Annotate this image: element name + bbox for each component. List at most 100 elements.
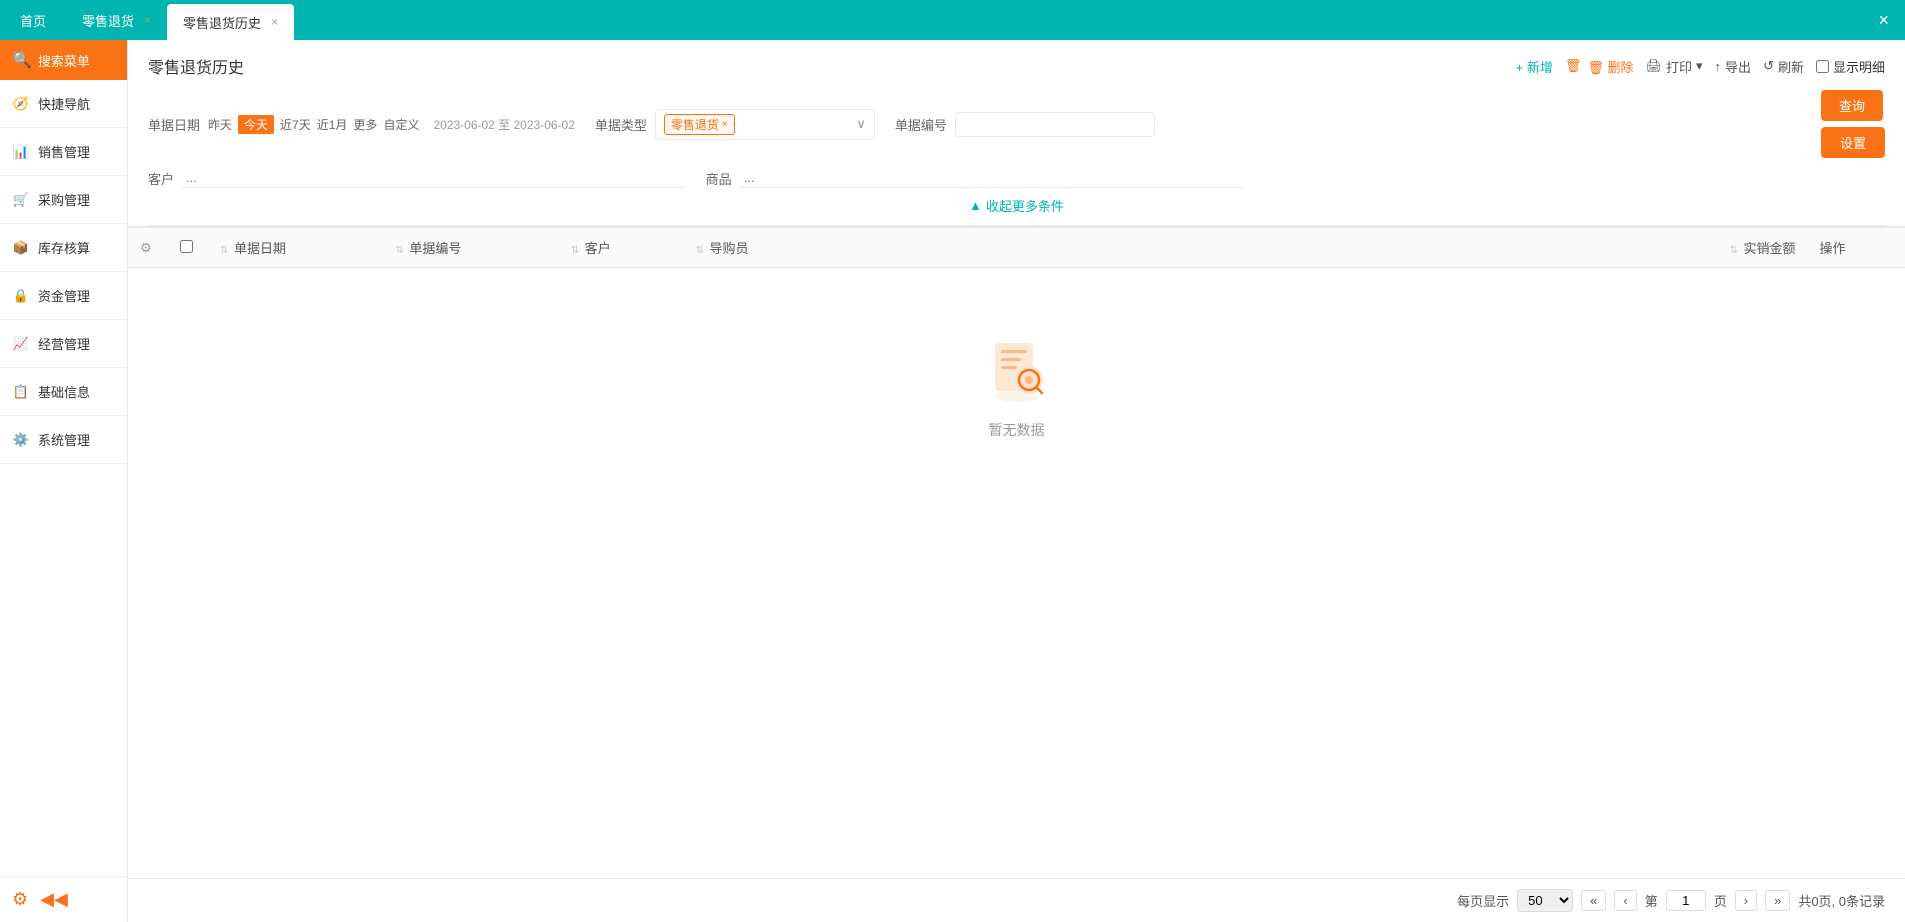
empty-state: 暂无数据 — [128, 268, 1905, 500]
system-icon: ⚙️ — [12, 431, 30, 449]
th-customer: ⇅ 客户 — [559, 228, 684, 268]
date-opt-more[interactable]: 更多 — [353, 116, 377, 133]
delete-button[interactable]: 🗑 🗑 删除 — [1565, 57, 1634, 76]
filter-number-item: 单据编号 — [895, 112, 1781, 137]
delete-icon: 🗑 — [1565, 58, 1582, 74]
sidebar-item-inventory[interactable]: 📦 库存核算 — [0, 224, 127, 272]
per-page-label: 每页显示 — [1457, 891, 1509, 910]
next-page-button[interactable]: › — [1735, 890, 1757, 911]
number-input[interactable] — [955, 112, 1155, 137]
page-title-row: 零售退货历史 + 新增 🗑 🗑 删除 🖨 打印 ▾ ↑ 导出 — [148, 54, 1885, 78]
filter-date-item: 单据日期 昨天 今天 近7天 近1月 更多 自定义 2023-06-02 至 2… — [148, 115, 575, 134]
sidebar-item-system[interactable]: ⚙️ 系统管理 — [0, 416, 127, 464]
amount-sort-icon[interactable]: ⇅ — [1729, 245, 1737, 256]
table-gear-icon[interactable]: ⚙ — [140, 240, 152, 255]
prev-page-button[interactable]: ‹ — [1614, 890, 1636, 911]
date-sort-icon[interactable]: ⇅ — [220, 245, 228, 256]
sidebar-item-system-label: 系统管理 — [38, 430, 90, 449]
customer-input[interactable] — [182, 168, 686, 188]
operations-icon: 📈 — [12, 335, 30, 353]
customer-sort-icon[interactable]: ⇅ — [571, 245, 579, 256]
bottom-gear-icon[interactable]: ⚙ — [12, 889, 28, 910]
sidebar-item-operations[interactable]: 📈 经营管理 — [0, 320, 127, 368]
sidebar-item-finance[interactable]: 🔒 资金管理 — [0, 272, 127, 320]
product-input[interactable] — [740, 168, 1244, 188]
refresh-icon: ↺ — [1763, 58, 1774, 74]
tab-home-label: 首页 — [20, 11, 46, 30]
filter-row-2: 客户 商品 — [148, 168, 1885, 188]
tab-home[interactable]: 首页 — [0, 0, 66, 40]
setting-button[interactable]: 设置 — [1821, 127, 1885, 158]
th-date-label: 单据日期 — [234, 241, 286, 256]
date-range-display: 2023-06-02 至 2023-06-02 — [433, 116, 574, 133]
print-arrow: ▾ — [1696, 58, 1703, 74]
purchase-icon: 🛒 — [12, 191, 30, 209]
th-amount: ⇅ 实销金额 — [834, 228, 1808, 268]
show-detail-checkbox[interactable]: 显示明细 — [1816, 57, 1885, 76]
filter-customer-item: 客户 — [148, 168, 686, 188]
export-label: 导出 — [1725, 57, 1751, 76]
type-tag-close[interactable]: × — [722, 119, 728, 130]
show-detail-label: 显示明细 — [1833, 57, 1885, 76]
th-guide-label: 导购员 — [709, 241, 748, 256]
filter-type-item: 单据类型 零售退货 × ∨ — [595, 109, 875, 140]
window-close-button[interactable]: × — [1862, 10, 1905, 31]
date-opt-1month[interactable]: 近1月 — [317, 116, 348, 133]
per-page-select[interactable]: 50 10 20 100 — [1517, 889, 1573, 912]
export-button[interactable]: ↑ 导出 — [1715, 57, 1752, 76]
sidebar-item-inventory-label: 库存核算 — [38, 238, 90, 257]
tab-retail-return-close[interactable]: × — [144, 13, 151, 27]
add-button[interactable]: + 新增 — [1516, 57, 1553, 76]
sidebar-search[interactable]: 🔍 搜索菜单 — [0, 40, 127, 80]
basic-info-icon: 📋 — [12, 383, 30, 401]
tab-retail-return-history[interactable]: 零售退货历史 × — [167, 4, 294, 40]
print-button[interactable]: 🖨 打印 ▾ — [1645, 57, 1702, 76]
page-summary: 共0页, 0条记录 — [1798, 891, 1885, 910]
sidebar-item-basic-info[interactable]: 📋 基础信息 — [0, 368, 127, 416]
page-label: 第 — [1645, 891, 1658, 910]
guide-sort-icon[interactable]: ⇅ — [695, 245, 703, 256]
table-head: ⚙ ⇅ 单据日期 ⇅ 单据编号 — [128, 228, 1905, 268]
bottom-audio-icon[interactable]: ◀◀ — [40, 889, 68, 910]
refresh-button[interactable]: ↺ 刷新 — [1763, 57, 1804, 76]
page-number-input[interactable] — [1666, 890, 1706, 911]
query-button[interactable]: 查询 — [1821, 90, 1883, 121]
sidebar-item-basic-info-label: 基础信息 — [38, 382, 90, 401]
table-header-row: ⚙ ⇅ 单据日期 ⇅ 单据编号 — [128, 228, 1905, 268]
refresh-label: 刷新 — [1778, 57, 1804, 76]
sidebar-item-sales[interactable]: 📊 销售管理 — [0, 128, 127, 176]
sidebar-item-purchase-label: 采购管理 — [38, 190, 90, 209]
product-label: 商品 — [706, 169, 732, 188]
th-date: ⇅ 单据日期 — [208, 228, 383, 268]
last-page-button[interactable]: » — [1765, 890, 1790, 911]
sidebar-search-label: 搜索菜单 — [38, 51, 90, 70]
tab-retail-return-label: 零售退货 — [82, 11, 134, 30]
sidebar-item-quick-nav[interactable]: 🧭 快捷导航 — [0, 80, 127, 128]
date-opt-7days[interactable]: 近7天 — [280, 116, 311, 133]
search-icon: 🔍 — [12, 50, 32, 70]
tab-retail-return-history-label: 零售退货历史 — [183, 13, 261, 32]
type-select[interactable]: 零售退货 × ∨ — [655, 109, 875, 140]
date-opt-today[interactable]: 今天 — [238, 115, 274, 134]
th-guide: ⇅ 导购员 — [683, 228, 833, 268]
show-detail-input[interactable] — [1816, 60, 1829, 73]
collapse-button[interactable]: ▲ 收起更多条件 — [969, 196, 1064, 215]
number-label: 单据编号 — [895, 115, 947, 134]
tab-retail-return[interactable]: 零售退货 × — [66, 0, 167, 40]
number-sort-icon[interactable]: ⇅ — [395, 245, 403, 256]
sales-icon: 📊 — [12, 143, 30, 161]
collapse-icon: ▲ — [969, 198, 982, 213]
action-buttons: 查询 设置 — [1821, 90, 1885, 158]
table-wrapper: ⚙ ⇅ 单据日期 ⇅ 单据编号 — [128, 227, 1905, 878]
th-number: ⇅ 单据编号 — [383, 228, 558, 268]
sidebar-item-finance-label: 资金管理 — [38, 286, 90, 305]
pagination-bar: 每页显示 50 10 20 100 « ‹ 第 页 › » 共0页, 0条记录 — [128, 878, 1905, 922]
date-opt-yesterday[interactable]: 昨天 — [208, 116, 232, 133]
first-page-button[interactable]: « — [1581, 890, 1606, 911]
finance-icon: 🔒 — [12, 287, 30, 305]
tab-retail-return-history-close[interactable]: × — [271, 15, 278, 29]
select-all-checkbox[interactable] — [180, 240, 193, 253]
sidebar-item-operations-label: 经营管理 — [38, 334, 90, 353]
sidebar-item-purchase[interactable]: 🛒 采购管理 — [0, 176, 127, 224]
date-opt-custom[interactable]: 自定义 — [383, 116, 419, 133]
